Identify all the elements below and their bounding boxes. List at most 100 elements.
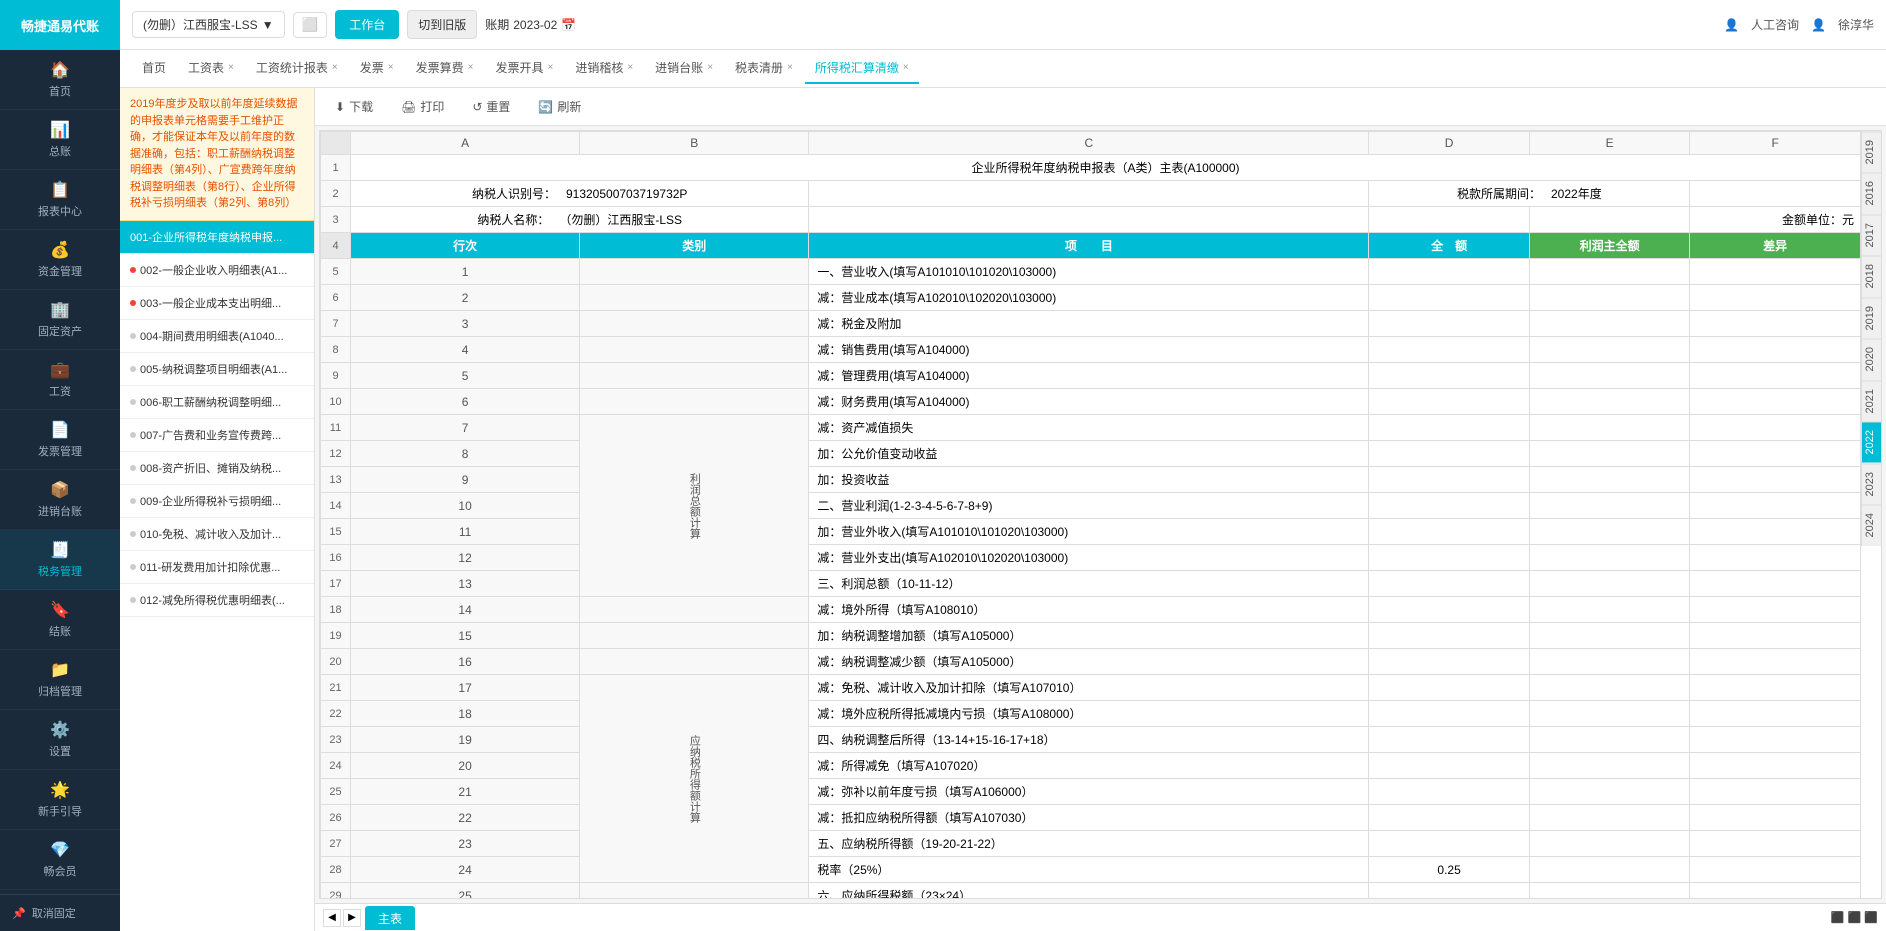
workbench-button[interactable]: 工作台 bbox=[335, 10, 399, 39]
tab-close[interactable]: × bbox=[787, 62, 793, 73]
diff-cell bbox=[1690, 701, 1861, 727]
menu-item-004[interactable]: 004-期间费用明细表(A1040... bbox=[120, 320, 314, 353]
menu-item-012[interactable]: 012-减免所得税优惠明细表(... bbox=[120, 584, 314, 617]
menu-item-003[interactable]: 003-一般企业成本支出明细... bbox=[120, 287, 314, 320]
nav-tab-进销稽核[interactable]: 进销稽核× bbox=[565, 53, 643, 84]
year-tab-2017[interactable]: 2017 bbox=[1862, 214, 1881, 255]
year-tab-2023[interactable]: 2023 bbox=[1862, 463, 1881, 504]
nav-tab-发票开具[interactable]: 发票开具× bbox=[485, 53, 563, 84]
nav-tab-发票[interactable]: 发票 × bbox=[350, 53, 404, 84]
amount-cell bbox=[1369, 389, 1530, 415]
row-num-cell: 15 bbox=[321, 519, 351, 545]
sidebar-item-首页[interactable]: 🏠首页 bbox=[0, 50, 120, 110]
sidebar-label: 总账 bbox=[49, 143, 71, 159]
nav-tab-工资统计报表[interactable]: 工资统计报表× bbox=[246, 53, 348, 84]
tab-close[interactable]: × bbox=[468, 62, 474, 73]
year-tab-2021[interactable]: 2021 bbox=[1862, 380, 1881, 421]
nav-tab-首页[interactable]: 首页 bbox=[132, 53, 176, 84]
category-cell bbox=[580, 597, 809, 623]
year-tab-2019[interactable]: 2019 bbox=[1862, 131, 1881, 172]
nav-right-button[interactable]: ▶ bbox=[343, 909, 361, 927]
nav-tab-发票算费[interactable]: 发票算费× bbox=[406, 53, 484, 84]
year-tab-2020[interactable]: 2020 bbox=[1862, 338, 1881, 379]
sidebar-item-设置[interactable]: ⚙️设置 bbox=[0, 710, 120, 770]
menu-item-002[interactable]: 002-一般企业收入明细表(A1... bbox=[120, 254, 314, 287]
sidebar-item-畅会员[interactable]: 💎畅会员 bbox=[0, 830, 120, 890]
sidebar-label: 进销台账 bbox=[38, 503, 82, 519]
sidebar-label: 工资 bbox=[49, 383, 71, 399]
menu-item-008[interactable]: 008-资产折旧、摊销及纳税... bbox=[120, 452, 314, 485]
unpin-button[interactable]: 📌 取消固定 bbox=[0, 895, 120, 931]
cutdate-button[interactable]: 切到旧版 bbox=[407, 10, 477, 39]
sidebar-item-结账[interactable]: 🔖结账 bbox=[0, 590, 120, 650]
nav-tab-进销台账[interactable]: 进销台账× bbox=[645, 53, 723, 84]
tab-close[interactable]: × bbox=[388, 62, 394, 73]
nav-tab-工资表[interactable]: 工资表× bbox=[178, 53, 244, 84]
nav-tab-所得税汇算清缴[interactable]: 所得税汇算清缴× bbox=[805, 53, 919, 84]
line-num-cell: 13 bbox=[351, 571, 580, 597]
menu-item-011[interactable]: 011-研发费用加计扣除优惠... bbox=[120, 551, 314, 584]
empty-cell-r2 bbox=[809, 181, 1369, 207]
sidebar-item-工资[interactable]: 💼工资 bbox=[0, 350, 120, 410]
sidebar-item-发票管理[interactable]: 📄发票管理 bbox=[0, 410, 120, 470]
copy-icon-button[interactable]: ⬜ bbox=[293, 12, 328, 38]
year-tab-2022[interactable]: 2022 bbox=[1862, 421, 1881, 462]
profit-cell bbox=[1529, 623, 1690, 649]
year-tab-2018[interactable]: 2018 bbox=[1862, 255, 1881, 296]
diff-cell bbox=[1690, 623, 1861, 649]
sidebar-item-总账[interactable]: 📊总账 bbox=[0, 110, 120, 170]
item-cell: 减：弥补以前年度亏损（填写A106000） bbox=[809, 779, 1369, 805]
year-tab-2016[interactable]: 2016 bbox=[1862, 172, 1881, 213]
sidebar-item-报表中心[interactable]: 📋报表中心 bbox=[0, 170, 120, 230]
menu-item-001[interactable]: 001-企业所得税年度纳税申报... bbox=[120, 221, 314, 254]
sidebar-item-资金管理[interactable]: 💰资金管理 bbox=[0, 230, 120, 290]
amount-cell bbox=[1369, 571, 1530, 597]
menu-item-009[interactable]: 009-企业所得税补亏损明细... bbox=[120, 485, 314, 518]
topbar: (勿删）江西服宝-LSS ▼ ⬜ 工作台 切到旧版 账期 2023-02 📅 👤… bbox=[120, 0, 1886, 50]
menu-item-005[interactable]: 005-纳税调整项目明细表(A1... bbox=[120, 353, 314, 386]
tab-close[interactable]: × bbox=[228, 62, 234, 73]
item-cell: 加：投资收益 bbox=[809, 467, 1369, 493]
profit-cell bbox=[1529, 467, 1690, 493]
sidebar-item-新手引导[interactable]: 🌟新手引导 bbox=[0, 770, 120, 830]
nav-tab-税表清册[interactable]: 税表清册× bbox=[725, 53, 803, 84]
sidebar-item-归档管理[interactable]: 📁归档管理 bbox=[0, 650, 120, 710]
item-cell: 税率（25%） bbox=[809, 857, 1369, 883]
amount-cell bbox=[1369, 415, 1530, 441]
menu-item-label: 011-研发费用加计扣除优惠... bbox=[140, 559, 280, 575]
tab-close[interactable]: × bbox=[903, 62, 909, 73]
year-tab-2019[interactable]: 2019 bbox=[1862, 297, 1881, 338]
refresh-button[interactable]: 🔄 刷新 bbox=[530, 94, 589, 119]
year-tab-2024[interactable]: 2024 bbox=[1862, 504, 1881, 545]
nav-left-button[interactable]: ◀ bbox=[323, 909, 341, 927]
profit-cell bbox=[1529, 675, 1690, 701]
bottom-tab-主表[interactable]: 主表 bbox=[365, 906, 415, 930]
line-num-cell: 16 bbox=[351, 649, 580, 675]
company-selector[interactable]: (勿删）江西服宝-LSS ▼ bbox=[132, 11, 285, 38]
tab-close[interactable]: × bbox=[627, 62, 633, 73]
print-button[interactable]: 🖨 打印 bbox=[393, 94, 452, 119]
download-button[interactable]: ⬇ 下载 bbox=[327, 94, 381, 119]
tab-close[interactable]: × bbox=[547, 62, 553, 73]
sidebar-label: 发票管理 bbox=[38, 443, 82, 459]
item-cell: 五、应纳税所得额（19-20-21-22） bbox=[809, 831, 1369, 857]
menu-item-007[interactable]: 007-广告费和业务宣传费跨... bbox=[120, 419, 314, 452]
menu-item-label: 012-减免所得税优惠明细表(... bbox=[140, 592, 285, 608]
menu-item-010[interactable]: 010-免税、减计收入及加计... bbox=[120, 518, 314, 551]
line-num-cell: 21 bbox=[351, 779, 580, 805]
line-num-cell: 5 bbox=[351, 363, 580, 389]
empty-r3b bbox=[1369, 207, 1530, 233]
sidebar-item-进销台账[interactable]: 📦进销台账 bbox=[0, 470, 120, 530]
menu-item-006[interactable]: 006-职工薪酬纳税调整明细... bbox=[120, 386, 314, 419]
content-wrapper: 2019年度步及取以前年度延续数据的申报表单元格需要手工维护正确，才能保证本年及… bbox=[120, 88, 1886, 931]
tab-close[interactable]: × bbox=[707, 62, 713, 73]
tab-label: 发票 bbox=[360, 59, 384, 76]
sidebar-item-税务管理[interactable]: 🧾税务管理 bbox=[0, 530, 120, 590]
tab-close[interactable]: × bbox=[332, 62, 338, 73]
amount-cell bbox=[1369, 285, 1530, 311]
diff-cell bbox=[1690, 571, 1861, 597]
sidebar-item-固定资产[interactable]: 🏢固定资产 bbox=[0, 290, 120, 350]
line-num-cell: 12 bbox=[351, 545, 580, 571]
ai-consult-label[interactable]: 人工咨询 bbox=[1751, 16, 1799, 33]
reset-button[interactable]: ↺ 重置 bbox=[464, 94, 518, 119]
